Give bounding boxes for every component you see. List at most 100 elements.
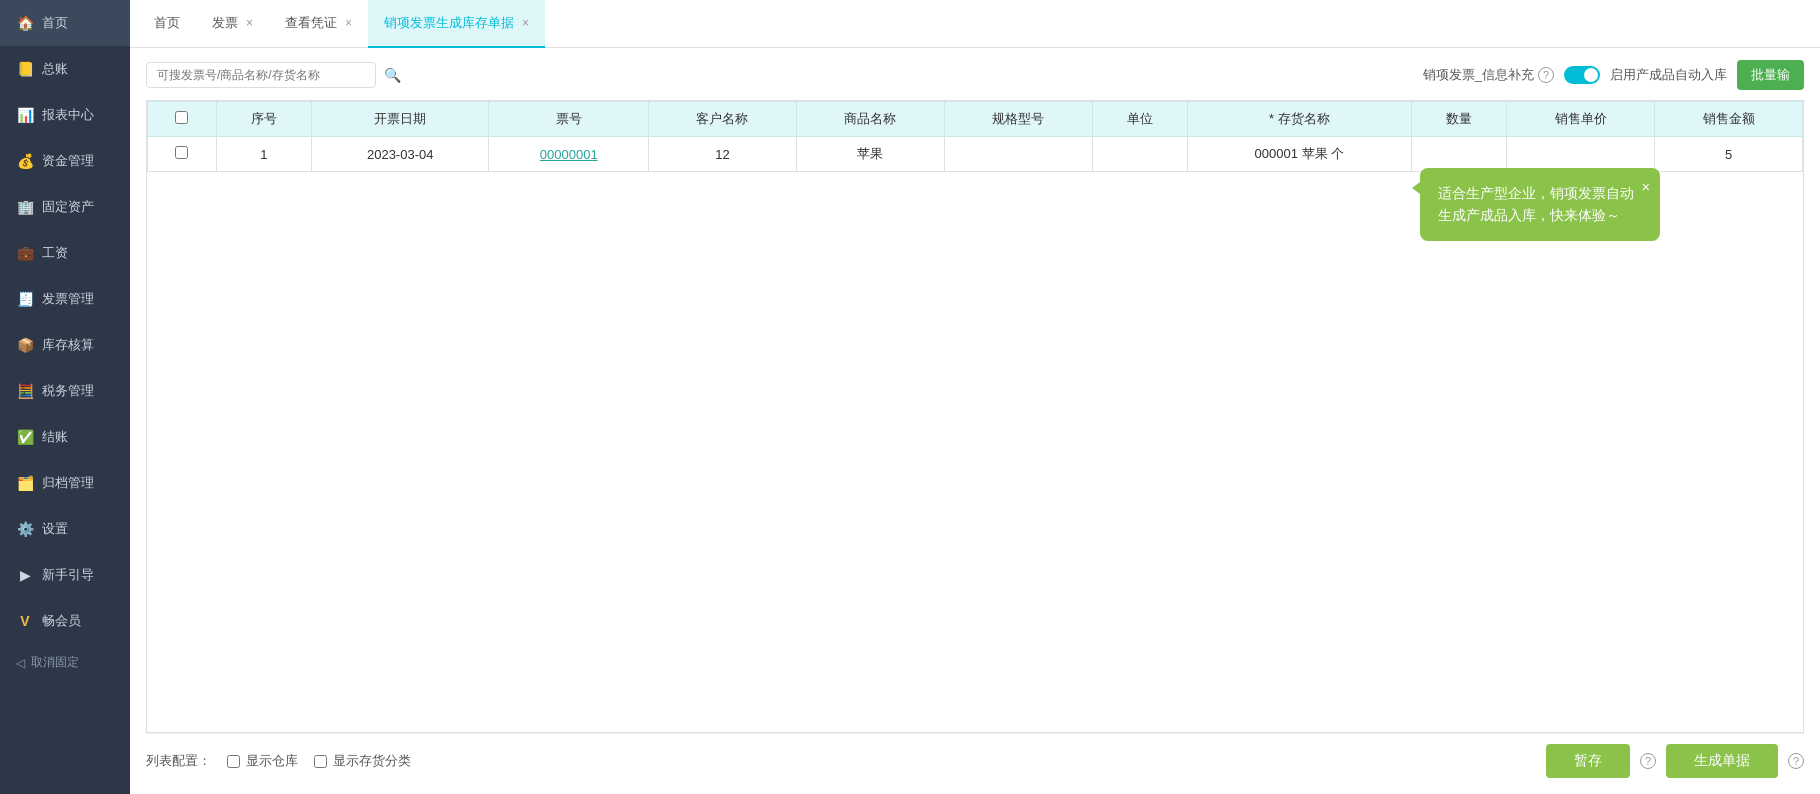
sidebar-item-fixed-assets[interactable]: 🏢 固定资产 — [0, 184, 130, 230]
tab-return-invoice[interactable]: 销项发票生成库存单据 × — [368, 0, 545, 48]
cell-unit-price — [1507, 137, 1655, 172]
sidebar-pin-button[interactable]: ◁ 取消固定 — [0, 644, 130, 681]
table-row: 1 2023-03-04 00000001 12 苹果 000001 苹果 个 … — [148, 137, 1803, 172]
sidebar-item-label: 归档管理 — [42, 474, 94, 492]
fixed-assets-icon: 🏢 — [16, 198, 34, 216]
archive-icon: 🗂️ — [16, 474, 34, 492]
show-warehouse-checkbox[interactable] — [227, 755, 240, 768]
col-amount: 销售金额 — [1655, 102, 1803, 137]
sidebar-item-label: 首页 — [42, 14, 68, 32]
show-category-group: 显示存货分类 — [314, 752, 411, 770]
cell-spec — [944, 137, 1092, 172]
invoice-mgmt-icon: 🧾 — [16, 290, 34, 308]
col-number: 票号 — [489, 102, 649, 137]
sidebar-item-label: 畅会员 — [42, 612, 81, 630]
sidebar-item-guide[interactable]: ▶ 新手引导 — [0, 552, 130, 598]
toolbar: 🔍 销项发票_信息补充 ? 启用产成品自动入库 批量输 — [146, 60, 1804, 90]
sidebar-item-label: 税务管理 — [42, 382, 94, 400]
sidebar-item-vip[interactable]: V 畅会员 — [0, 598, 130, 644]
ledger-icon: 📒 — [16, 60, 34, 78]
row-checkbox[interactable] — [175, 146, 188, 159]
sidebar-item-reports[interactable]: 📊 报表中心 — [0, 92, 130, 138]
cell-date: 2023-03-04 — [312, 137, 489, 172]
sidebar-item-label: 库存核算 — [42, 336, 94, 354]
sidebar-item-settings[interactable]: ⚙️ 设置 — [0, 506, 130, 552]
sidebar-item-archive[interactable]: 🗂️ 归档管理 — [0, 460, 130, 506]
save-button[interactable]: 暂存 — [1546, 744, 1630, 778]
sidebar-item-labor[interactable]: 💼 工资 — [0, 230, 130, 276]
labor-icon: 💼 — [16, 244, 34, 262]
sidebar-item-inventory[interactable]: 📦 库存核算 — [0, 322, 130, 368]
cell-checkbox — [148, 137, 217, 172]
tab-voucher[interactable]: 查看凭证 × — [269, 0, 368, 48]
sidebar-item-label: 新手引导 — [42, 566, 94, 584]
select-all-checkbox[interactable] — [175, 111, 188, 124]
cell-seq: 1 — [216, 137, 311, 172]
sidebar-item-invoice-mgmt[interactable]: 🧾 发票管理 — [0, 276, 130, 322]
pin-icon: ◁ — [16, 656, 25, 670]
tab-invoice-label: 发票 — [212, 14, 238, 32]
col-product: 商品名称 — [796, 102, 944, 137]
sidebar-item-ledger[interactable]: 📒 总账 — [0, 46, 130, 92]
tab-return-invoice-close[interactable]: × — [522, 16, 529, 30]
search-input[interactable] — [146, 62, 376, 88]
pin-label: 取消固定 — [31, 654, 79, 671]
cell-customer: 12 — [649, 137, 797, 172]
tab-return-invoice-label: 销项发票生成库存单据 — [384, 14, 514, 32]
footer-actions: 暂存 ? 生成单据 ? — [1546, 744, 1804, 778]
show-category-checkbox[interactable] — [314, 755, 327, 768]
tab-voucher-label: 查看凭证 — [285, 14, 337, 32]
sidebar-item-label: 资金管理 — [42, 152, 94, 170]
tax-icon: 🧮 — [16, 382, 34, 400]
batch-button[interactable]: 批量输 — [1737, 60, 1804, 90]
generate-info-icon[interactable]: ? — [1788, 753, 1804, 769]
footer-config-label: 列表配置： — [146, 752, 211, 770]
guide-icon: ▶ — [16, 566, 34, 584]
col-qty: 数量 — [1411, 102, 1506, 137]
cell-amount: 5 — [1655, 137, 1803, 172]
sidebar: 🏠 首页 📒 总账 📊 报表中心 💰 资金管理 🏢 固定资产 💼 工资 🧾 发票… — [0, 0, 130, 794]
settlement-icon: ✅ — [16, 428, 34, 446]
col-unit-price: 销售单价 — [1507, 102, 1655, 137]
show-category-label: 显示存货分类 — [333, 752, 411, 770]
tab-bar: 首页 发票 × 查看凭证 × 销项发票生成库存单据 × — [130, 0, 1820, 48]
tab-home[interactable]: 首页 — [138, 0, 196, 48]
cell-unit — [1092, 137, 1187, 172]
tab-home-label: 首页 — [154, 14, 180, 32]
tab-voucher-close[interactable]: × — [345, 16, 352, 30]
cell-number[interactable]: 00000001 — [489, 137, 649, 172]
toggle-label: 启用产成品自动入库 — [1610, 66, 1727, 84]
sidebar-item-home[interactable]: 🏠 首页 — [0, 0, 130, 46]
sidebar-item-label: 发票管理 — [42, 290, 94, 308]
footer: 列表配置： 显示仓库 显示存货分类 暂存 ? 生成单据 ? — [146, 733, 1804, 782]
content-area: 🔍 销项发票_信息补充 ? 启用产成品自动入库 批量输 序号 开票日期 — [130, 48, 1820, 794]
show-warehouse-label: 显示仓库 — [246, 752, 298, 770]
data-table: 序号 开票日期 票号 客户名称 商品名称 规格型号 单位 * 存货名称 数量 销… — [147, 101, 1803, 172]
sidebar-item-label: 设置 — [42, 520, 68, 538]
col-spec: 规格型号 — [944, 102, 1092, 137]
info-supplement-label: 销项发票_信息补充 ? — [1423, 66, 1554, 84]
sidebar-item-settlement[interactable]: ✅ 结账 — [0, 414, 130, 460]
auto-warehouse-toggle[interactable] — [1564, 66, 1600, 84]
show-warehouse-group: 显示仓库 — [227, 752, 298, 770]
save-info-icon[interactable]: ? — [1640, 753, 1656, 769]
invoice-link[interactable]: 00000001 — [540, 147, 598, 162]
toolbar-left: 🔍 — [146, 62, 401, 88]
sidebar-item-tax[interactable]: 🧮 税务管理 — [0, 368, 130, 414]
generate-button[interactable]: 生成单据 — [1666, 744, 1778, 778]
tooltip-close-button[interactable]: × — [1642, 176, 1650, 198]
tab-invoice[interactable]: 发票 × — [196, 0, 269, 48]
sidebar-item-label: 结账 — [42, 428, 68, 446]
col-inventory: * 存货名称 — [1187, 102, 1411, 137]
search-icon: 🔍 — [384, 67, 401, 83]
col-seq: 序号 — [216, 102, 311, 137]
table-header-row: 序号 开票日期 票号 客户名称 商品名称 规格型号 单位 * 存货名称 数量 销… — [148, 102, 1803, 137]
settings-icon: ⚙️ — [16, 520, 34, 538]
sidebar-item-capital[interactable]: 💰 资金管理 — [0, 138, 130, 184]
tooltip-popup: × 适合生产型企业，销项发票自动生成产成品入库，快来体验～ — [1420, 168, 1660, 241]
sidebar-item-label: 总账 — [42, 60, 68, 78]
col-customer: 客户名称 — [649, 102, 797, 137]
sidebar-item-label: 工资 — [42, 244, 68, 262]
tab-invoice-close[interactable]: × — [246, 16, 253, 30]
info-supplement-icon[interactable]: ? — [1538, 67, 1554, 83]
